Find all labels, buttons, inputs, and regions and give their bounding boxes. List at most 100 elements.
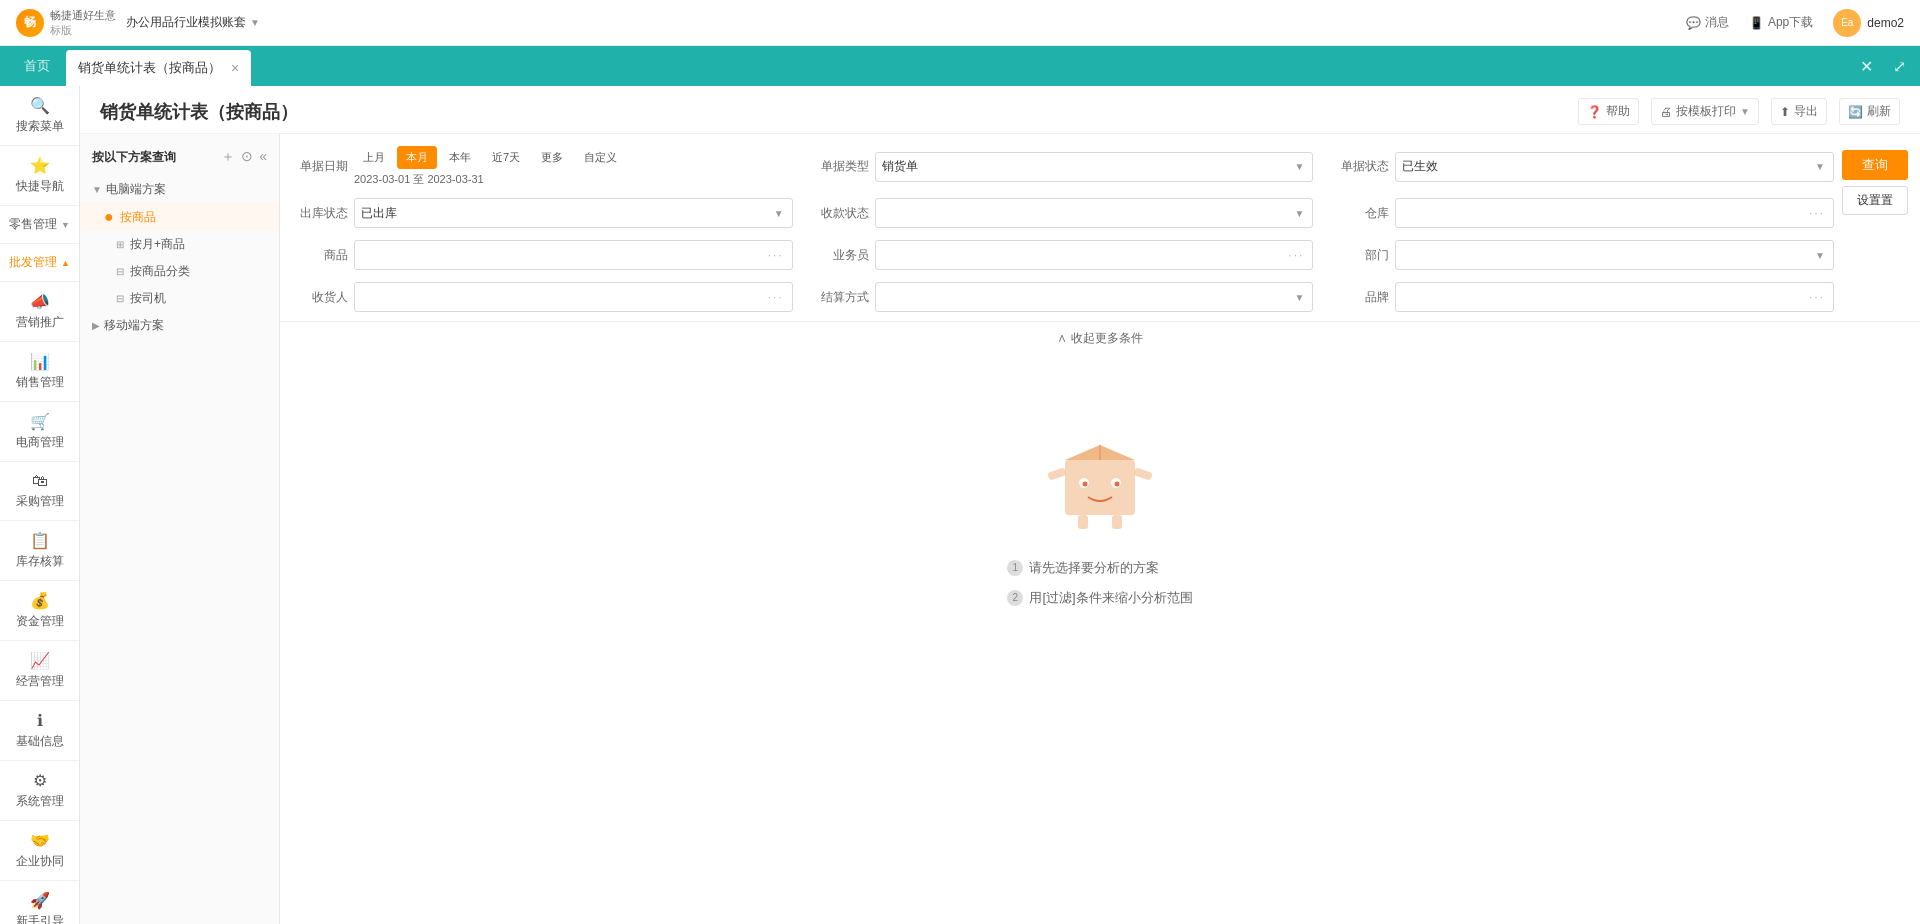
logo-line1: 畅捷通好生意 — [50, 8, 116, 22]
sidebar-label-wholesale: 批发管理 — [9, 254, 57, 271]
dept-chevron-icon: ▼ — [1815, 250, 1825, 261]
sidebar-item-system[interactable]: ⚙ 系统管理 — [0, 761, 79, 821]
doc-type-select[interactable]: 销货单 ▼ — [875, 152, 1314, 182]
sidebar-item-ecommerce[interactable]: 🛒 电商管理 — [0, 402, 79, 462]
print-button[interactable]: 🖨 按模板打印 ▼ — [1651, 98, 1759, 125]
filter-goods: 商品 ··· — [292, 239, 793, 271]
dept-select[interactable]: ▼ — [1395, 240, 1834, 270]
date-btn-this-month[interactable]: 本月 — [397, 146, 437, 169]
step2-num: 2 — [1007, 590, 1023, 606]
brand-select[interactable]: ··· — [1395, 282, 1834, 312]
date-btn-7days[interactable]: 近7天 — [483, 146, 529, 169]
filter-query-area: 单据日期 上月 本月 本年 近7天 更多 自定义 — [280, 134, 1920, 321]
payment-select[interactable]: ▼ — [875, 282, 1314, 312]
tab-maximize-button[interactable]: ⤢ — [1887, 53, 1912, 80]
sidebar-item-purchase[interactable]: 🛍 采购管理 — [0, 462, 79, 521]
sidebar-label-operations: 经营管理 — [16, 673, 64, 690]
receiver-dots: ··· — [768, 290, 784, 304]
doc-type-input: 销货单 ▼ — [875, 152, 1314, 182]
doc-status-value: 已生效 — [1402, 158, 1438, 175]
receiver-select[interactable]: ··· — [354, 282, 793, 312]
stock-status-select[interactable]: 已出库 ▼ — [354, 198, 793, 228]
warehouse-label: 仓库 — [1333, 205, 1389, 222]
left-panel-title: 按以下方案查询 — [92, 149, 176, 166]
tree-group-desktop: ▼ 电脑端方案 ● 按商品 ⊞ 按月+商品 ⊟ — [80, 176, 279, 312]
step2-text: 用[过滤]条件来缩小分析范围 — [1029, 585, 1192, 611]
date-controls: 上月 本月 本年 近7天 更多 自定义 2023-03-01 至 2023-03… — [354, 146, 793, 187]
staff-dots: ··· — [1288, 248, 1304, 262]
query-buttons: 查询 设置置 — [1842, 146, 1908, 215]
refresh-button[interactable]: 🔄 刷新 — [1839, 98, 1900, 125]
active-dot-icon: ● — [104, 208, 114, 226]
doc-status-select[interactable]: 已生效 ▼ — [1395, 152, 1834, 182]
retail-arrow-icon: ▼ — [61, 220, 70, 230]
receipt-status-chevron-icon: ▼ — [1294, 208, 1304, 219]
sidebar-item-wholesale[interactable]: 批发管理 ▲ — [0, 244, 79, 282]
message-button[interactable]: 💬 消息 — [1686, 14, 1729, 31]
sidebar-item-collab[interactable]: 🤝 企业协同 — [0, 821, 79, 881]
sidebar-item-finance[interactable]: 💰 资金管理 — [0, 581, 79, 641]
right-panel-inner: 单据日期 上月 本月 本年 近7天 更多 自定义 — [280, 134, 1920, 924]
avatar: Ea — [1833, 9, 1861, 37]
collapse-panel-button[interactable]: « — [259, 148, 267, 166]
tree-item-driver-label: 按司机 — [130, 290, 166, 307]
sidebar-item-nav[interactable]: ⭐ 快捷导航 — [0, 146, 79, 206]
date-btn-custom[interactable]: 自定义 — [575, 146, 626, 169]
sidebar-item-sales[interactable]: 📊 销售管理 — [0, 342, 79, 402]
tab-bar: 首页 销货单统计表（按商品） × ✕ ⤢ — [0, 46, 1920, 86]
sidebar-item-inventory[interactable]: 📋 库存核算 — [0, 521, 79, 581]
industry-selector[interactable]: 办公用品行业模拟账套 ▼ — [126, 14, 260, 31]
tree-item-category[interactable]: ⊟ 按商品分类 — [80, 258, 279, 285]
tab-close-window-button[interactable]: ✕ — [1854, 53, 1879, 80]
help-button[interactable]: ❓ 帮助 — [1578, 98, 1639, 125]
export-button[interactable]: ⬆ 导出 — [1771, 98, 1827, 125]
date-btn-this-year[interactable]: 本年 — [440, 146, 480, 169]
warehouse-select[interactable]: ··· — [1395, 198, 1834, 228]
guide-icon: 🚀 — [30, 891, 50, 910]
doc-status-input: 已生效 ▼ — [1395, 152, 1834, 182]
tree-group-mobile-header[interactable]: ▶ 移动端方案 — [80, 312, 279, 339]
tab-close-icon[interactable]: × — [231, 60, 239, 76]
tab-home[interactable]: 首页 — [8, 46, 66, 86]
refresh-label: 刷新 — [1867, 103, 1891, 120]
date-btn-more[interactable]: 更多 — [532, 146, 572, 169]
sidebar-item-guide[interactable]: 🚀 新手引导 — [0, 881, 79, 924]
goods-select[interactable]: ··· — [354, 240, 793, 270]
user-info[interactable]: Ea demo2 — [1833, 9, 1904, 37]
tab-active[interactable]: 销货单统计表（按商品） × — [66, 50, 251, 86]
empty-state: 1 请先选择要分析的方案 2 用[过滤]条件来缩小分析范围 — [280, 355, 1920, 671]
tree-group-desktop-header[interactable]: ▼ 电脑端方案 — [80, 176, 279, 203]
tree-item-month-product[interactable]: ⊞ 按月+商品 — [80, 231, 279, 258]
sidebar-item-marketing[interactable]: 📣 营销推广 — [0, 282, 79, 342]
sidebar-item-retail[interactable]: 零售管理 ▼ — [0, 206, 79, 244]
edit-scheme-button[interactable]: ⊙ — [241, 148, 253, 166]
settings-button[interactable]: 设置置 — [1842, 186, 1908, 215]
filter-dept: 部门 ▼ — [1333, 239, 1834, 271]
tree-item-by-product-label: 按商品 — [120, 209, 156, 226]
brand-dots: ··· — [1809, 290, 1825, 304]
collapse-bar[interactable]: ∧ 收起更多条件 — [280, 321, 1920, 355]
sidebar-label-nav: 快捷导航 — [16, 178, 64, 195]
receipt-status-input: ▼ — [875, 198, 1314, 228]
svg-rect-0 — [1065, 460, 1135, 515]
sidebar-item-basic[interactable]: ℹ 基础信息 — [0, 701, 79, 761]
stock-status-label: 出库状态 — [292, 205, 348, 222]
filter-row-2: 出库状态 已出库 ▼ 收款状态 — [292, 197, 1834, 229]
sidebar-item-operations[interactable]: 📈 经营管理 — [0, 641, 79, 701]
sidebar-item-search[interactable]: 🔍 搜索菜单 — [0, 86, 79, 146]
add-scheme-button[interactable]: ＋ — [221, 148, 235, 166]
receipt-status-select[interactable]: ▼ — [875, 198, 1314, 228]
staff-label: 业务员 — [813, 247, 869, 264]
staff-select[interactable]: ··· — [875, 240, 1314, 270]
sidebar-label-sales: 销售管理 — [16, 374, 64, 391]
page-title: 销货单统计表（按商品） — [100, 100, 298, 124]
date-btn-last-month[interactable]: 上月 — [354, 146, 394, 169]
filter-doc-type: 单据类型 销货单 ▼ — [813, 146, 1314, 187]
tree-item-by-product[interactable]: ● 按商品 — [80, 203, 279, 231]
logo-text: 畅捷通好生意 标版 — [50, 8, 116, 37]
app-download-button[interactable]: 📱 App下载 — [1749, 14, 1813, 31]
tree-item-driver[interactable]: ⊟ 按司机 — [80, 285, 279, 312]
step1: 1 请先选择要分析的方案 — [1007, 555, 1192, 581]
print-label: 按模板打印 — [1676, 103, 1736, 120]
query-button[interactable]: 查询 — [1842, 150, 1908, 180]
